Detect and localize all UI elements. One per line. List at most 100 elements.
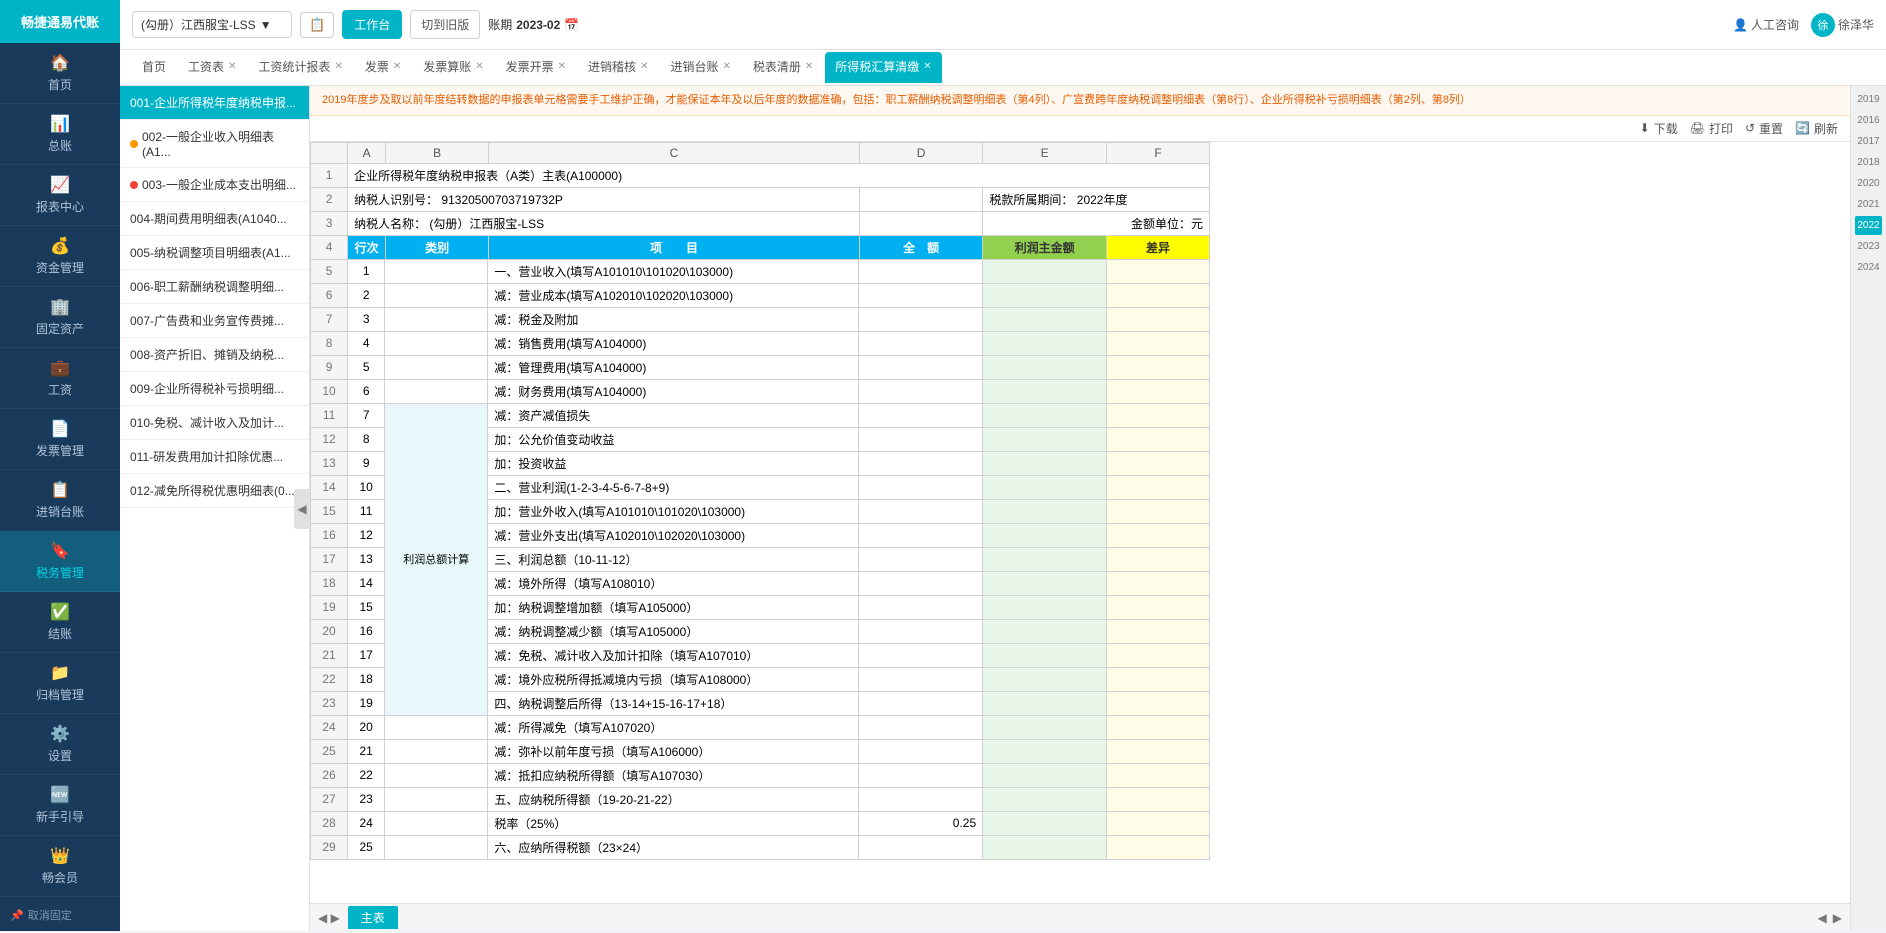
left-item-008[interactable]: 008-资产折旧、摊销及纳税... [120,338,309,372]
xiangmu-cell[interactable]: 减：资产减值损失 [488,403,859,427]
sidebar-item-member[interactable]: 👑 畅会员 [0,836,120,897]
spreadsheet-container[interactable]: A B C D E F 1 企业所得税年度纳税申报表（A类）主表(A100000… [310,142,1850,904]
diff-cell[interactable] [1106,667,1209,691]
profit-cell[interactable] [983,499,1107,523]
jine-cell[interactable] [859,451,983,475]
sheet-tab-main[interactable]: 主表 [348,906,398,929]
profit-cell[interactable] [983,451,1107,475]
profit-cell[interactable] [983,715,1107,739]
jine-cell[interactable] [859,739,983,763]
diff-cell[interactable] [1106,499,1209,523]
close-tab-invoice-check[interactable]: ✕ [640,61,648,72]
diff-cell[interactable] [1106,811,1209,835]
jine-cell[interactable] [859,427,983,451]
profit-cell[interactable] [983,475,1107,499]
xiangmu-cell[interactable]: 加：营业外收入(填写A101010\101020\103000) [488,499,859,523]
jine-cell[interactable] [859,259,983,283]
diff-cell[interactable] [1106,523,1209,547]
timeline-year-2017[interactable]: 2017 [1855,132,1881,151]
profit-cell[interactable] [983,571,1107,595]
diff-cell[interactable] [1106,307,1209,331]
switch-old-button[interactable]: 切到旧版 [410,10,480,39]
timeline-year-2019[interactable]: 2019 [1855,90,1881,109]
diff-cell[interactable] [1106,331,1209,355]
diff-cell[interactable] [1106,355,1209,379]
tab-salary[interactable]: 工资表 ✕ [178,52,246,83]
tab-salary-report[interactable]: 工资统计报表 ✕ [248,52,352,83]
tab-invoice-calc[interactable]: 发票算账 ✕ [413,52,493,83]
jine-cell[interactable] [859,715,983,739]
jine-cell[interactable] [859,331,983,355]
timeline-year-2020[interactable]: 2020 [1855,174,1881,193]
close-tab-invoice[interactable]: ✕ [393,61,401,72]
xiangmu-cell[interactable]: 税率（25%） [488,811,859,835]
sidebar-item-invoice[interactable]: 📄 发票管理 [0,409,120,470]
xiangmu-cell[interactable]: 减：抵扣应纳税所得额（填写A107030） [488,763,859,787]
diff-cell[interactable] [1106,547,1209,571]
left-item-004[interactable]: 004-期间费用明细表(A1040... [120,202,309,236]
xiangmu-cell[interactable]: 减：境外应税所得抵减境内亏损（填写A108000） [488,667,859,691]
diff-cell[interactable] [1106,379,1209,403]
profit-cell[interactable] [983,667,1107,691]
profit-cell[interactable] [983,283,1107,307]
profit-cell[interactable] [983,835,1107,859]
jine-cell[interactable] [859,283,983,307]
close-tab-invoice-open[interactable]: ✕ [558,61,566,72]
xiangmu-cell[interactable]: 减：财务费用(填写A104000) [488,379,859,403]
jine-cell[interactable] [859,763,983,787]
left-item-006[interactable]: 006-职工薪酬纳税调整明细... [120,270,309,304]
diff-cell[interactable] [1106,595,1209,619]
jine-cell[interactable] [859,523,983,547]
left-item-007[interactable]: 007-广告费和业务宣传费摊... [120,304,309,338]
diff-cell[interactable] [1106,715,1209,739]
timeline-year-2018[interactable]: 2018 [1855,153,1881,172]
xiangmu-cell[interactable]: 四、纳税调整后所得（13-14+15-16-17+18） [488,691,859,715]
diff-cell[interactable] [1106,787,1209,811]
sidebar-item-closing[interactable]: ✅ 结账 [0,592,120,653]
xiangmu-cell[interactable]: 一、营业收入(填写A101010\101020\103000) [488,259,859,283]
jine-cell[interactable] [859,787,983,811]
scroll-left-btn[interactable]: ◀ [1818,911,1827,925]
left-item-002[interactable]: 002-一般企业收入明细表(A1... [120,120,309,168]
reset-button[interactable]: ↺ 重置 [1745,120,1783,137]
xiangmu-cell[interactable]: 减：所得减免（填写A107020） [488,715,859,739]
download-button[interactable]: ⬇ 下载 [1640,120,1678,137]
print-button[interactable]: 🖨 打印 [1690,120,1733,137]
xiangmu-cell[interactable]: 五、应纳税所得额（19-20-21-22） [488,787,859,811]
scroll-right-btn[interactable]: ▶ [1833,911,1842,925]
jine-cell[interactable] [859,571,983,595]
sidebar-item-salary[interactable]: 💼 工资 [0,348,120,409]
tab-invoice[interactable]: 发票 ✕ [355,52,411,83]
timeline-year-2023[interactable]: 2023 [1855,237,1881,256]
xiangmu-cell[interactable]: 加：投资收益 [488,451,859,475]
document-icon-btn[interactable]: 📋 [300,12,334,38]
jine-cell[interactable] [859,379,983,403]
sidebar-item-asset[interactable]: 🏢 固定资产 [0,287,120,348]
close-tab-salary-report[interactable]: ✕ [334,61,342,72]
profit-cell[interactable] [983,739,1107,763]
profit-cell[interactable] [983,403,1107,427]
nav-arrows[interactable]: ◀ ▶ [318,911,340,925]
refresh-button[interactable]: 🔄 刷新 [1795,120,1838,137]
sidebar-item-home[interactable]: 🏠 首页 [0,43,120,104]
sidebar-item-tax[interactable]: 🔖 税务管理 [0,531,120,592]
close-tab-salary[interactable]: ✕ [228,61,236,72]
diff-cell[interactable] [1106,619,1209,643]
jine-cell[interactable] [859,307,983,331]
diff-cell[interactable] [1106,259,1209,283]
tab-sales-ledger[interactable]: 进销台账 ✕ [660,52,740,83]
diff-cell[interactable] [1106,427,1209,451]
cancel-fixed-button[interactable]: 📌 取消固定 [0,897,120,933]
sidebar-item-settings[interactable]: ⚙️ 设置 [0,714,120,775]
close-tab-income-tax[interactable]: ✕ [923,61,931,72]
sidebar-item-archive[interactable]: 📁 归档管理 [0,653,120,714]
diff-cell[interactable] [1106,403,1209,427]
xiangmu-cell[interactable]: 减：弥补以前年度亏损（填写A106000） [488,739,859,763]
profit-cell[interactable] [983,595,1107,619]
profit-cell[interactable] [983,379,1107,403]
diff-cell[interactable] [1106,739,1209,763]
sidebar-item-fund[interactable]: 💰 资金管理 [0,226,120,287]
xiangmu-cell[interactable]: 减：管理费用(填写A104000) [488,355,859,379]
jine-cell[interactable] [859,595,983,619]
jine-cell[interactable] [859,499,983,523]
